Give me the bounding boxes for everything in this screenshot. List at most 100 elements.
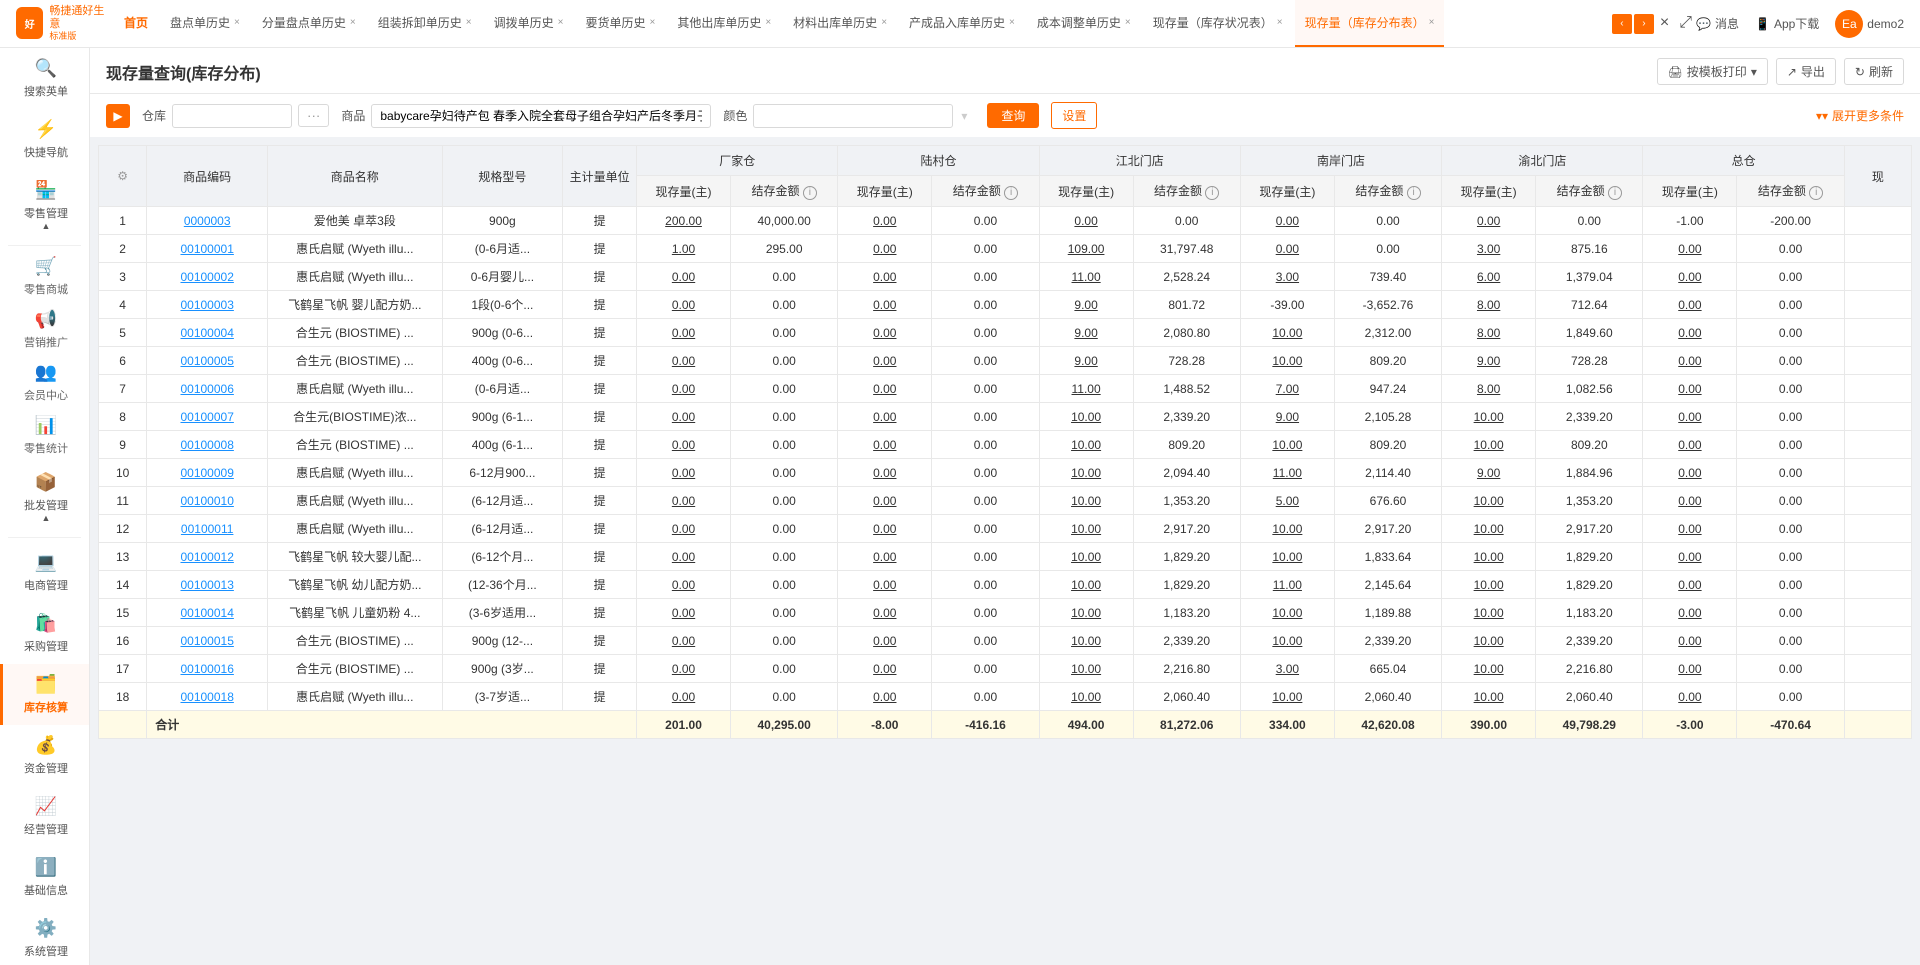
- info-icon[interactable]: i: [803, 186, 817, 200]
- row-na-qty[interactable]: 0.00: [1240, 235, 1334, 263]
- tab-close[interactable]: ×: [1125, 17, 1131, 28]
- tab-组装拆卸单历史[interactable]: 组装拆卸单历史×: [368, 0, 482, 47]
- row-na-qty[interactable]: 11.00: [1240, 571, 1334, 599]
- query-btn[interactable]: 查询: [987, 103, 1039, 128]
- row-tot-qty[interactable]: 0.00: [1643, 487, 1737, 515]
- tab-首页[interactable]: 首页: [114, 0, 158, 47]
- row-jb-qty[interactable]: 0.00: [1039, 207, 1133, 235]
- row-jb-qty[interactable]: 10.00: [1039, 655, 1133, 683]
- row-cj-qty[interactable]: 0.00: [637, 431, 731, 459]
- row-jb-qty[interactable]: 9.00: [1039, 291, 1133, 319]
- tab-close[interactable]: ×: [649, 17, 655, 28]
- row-yb-qty[interactable]: 8.00: [1442, 375, 1536, 403]
- row-yb-qty[interactable]: 9.00: [1442, 347, 1536, 375]
- print-btn[interactable]: 🖨 按模板打印 ▾: [1657, 58, 1768, 85]
- row-tot-qty[interactable]: 0.00: [1643, 459, 1737, 487]
- export-btn[interactable]: ↗ 导出: [1776, 58, 1836, 85]
- row-tot-qty[interactable]: 0.00: [1643, 291, 1737, 319]
- nav-fullscreen[interactable]: ⤢: [1675, 14, 1696, 34]
- sidebar-item-采购管理[interactable]: 🛍️ 采购管理: [0, 603, 89, 664]
- row-cj-qty[interactable]: 0.00: [637, 403, 731, 431]
- app-download-btn[interactable]: 📱 App下载: [1755, 15, 1819, 32]
- row-lc-qty[interactable]: 0.00: [838, 207, 932, 235]
- row-cj-qty[interactable]: 0.00: [637, 487, 731, 515]
- row-jb-qty[interactable]: 10.00: [1039, 627, 1133, 655]
- row-cj-qty[interactable]: 0.00: [637, 655, 731, 683]
- row-yb-qty[interactable]: 10.00: [1442, 683, 1536, 711]
- tab-close[interactable]: ×: [881, 17, 887, 28]
- row-jb-qty[interactable]: 10.00: [1039, 487, 1133, 515]
- row-na-qty[interactable]: 10.00: [1240, 627, 1334, 655]
- row-lc-qty[interactable]: 0.00: [838, 627, 932, 655]
- row-tot-qty[interactable]: 0.00: [1643, 319, 1737, 347]
- row-yb-qty[interactable]: 6.00: [1442, 263, 1536, 291]
- row-cj-qty[interactable]: 1.00: [637, 235, 731, 263]
- tab-分量盘点单历史[interactable]: 分量盘点单历史×: [252, 0, 366, 47]
- row-na-qty[interactable]: 10.00: [1240, 683, 1334, 711]
- row-tot-qty[interactable]: 0.00: [1643, 263, 1737, 291]
- tab-现存量（库存状况表）[interactable]: 现存量（库存状况表）×: [1143, 0, 1293, 47]
- row-jb-qty[interactable]: 109.00: [1039, 235, 1133, 263]
- row-tot-qty[interactable]: 0.00: [1643, 403, 1737, 431]
- sidebar-item-电商管理[interactable]: 💻 电商管理: [0, 542, 89, 603]
- info-icon2[interactable]: i: [1004, 186, 1018, 200]
- row-lc-qty[interactable]: 0.00: [838, 291, 932, 319]
- tab-close[interactable]: ×: [1277, 17, 1283, 28]
- row-yb-qty[interactable]: 10.00: [1442, 487, 1536, 515]
- row-tot-qty[interactable]: 0.00: [1643, 683, 1737, 711]
- row-yb-qty[interactable]: 9.00: [1442, 459, 1536, 487]
- sidebar-item-会员中心[interactable]: 👥 会员中心: [0, 356, 89, 409]
- row-na-qty[interactable]: 7.00: [1240, 375, 1334, 403]
- sidebar-item-搜索英单[interactable]: 🔍 搜索英单: [0, 48, 89, 109]
- row-yb-qty[interactable]: 0.00: [1442, 207, 1536, 235]
- row-cj-qty[interactable]: 0.00: [637, 543, 731, 571]
- row-jb-qty[interactable]: 10.00: [1039, 571, 1133, 599]
- row-jb-qty[interactable]: 9.00: [1039, 347, 1133, 375]
- row-lc-qty[interactable]: 0.00: [838, 459, 932, 487]
- row-na-qty[interactable]: 10.00: [1240, 347, 1334, 375]
- row-yb-qty[interactable]: 10.00: [1442, 403, 1536, 431]
- row-lc-qty[interactable]: 0.00: [838, 263, 932, 291]
- row-cj-qty[interactable]: 0.00: [637, 263, 731, 291]
- info-icon4[interactable]: i: [1407, 186, 1421, 200]
- row-lc-qty[interactable]: 0.00: [838, 683, 932, 711]
- warehouse-picker-btn[interactable]: ···: [298, 104, 329, 127]
- row-jb-qty[interactable]: 10.00: [1039, 459, 1133, 487]
- settings-btn[interactable]: 设置: [1051, 102, 1097, 129]
- sidebar-item-批发管理[interactable]: 📦 批发管理 ▲: [0, 462, 89, 533]
- warehouse-input[interactable]: [172, 104, 292, 128]
- row-cj-qty[interactable]: 0.00: [637, 375, 731, 403]
- row-na-qty[interactable]: 10.00: [1240, 319, 1334, 347]
- tab-close[interactable]: ×: [234, 17, 240, 28]
- row-yb-qty[interactable]: 3.00: [1442, 235, 1536, 263]
- row-tot-qty[interactable]: 0.00: [1643, 543, 1737, 571]
- row-lc-qty[interactable]: 0.00: [838, 599, 932, 627]
- row-na-qty[interactable]: 10.00: [1240, 515, 1334, 543]
- row-cj-qty[interactable]: 0.00: [637, 683, 731, 711]
- expand-more-btn[interactable]: ▾▾ 展开更多条件: [1816, 107, 1904, 124]
- row-cj-qty[interactable]: 0.00: [637, 515, 731, 543]
- message-btn[interactable]: 💬 消息: [1696, 15, 1739, 32]
- row-na-qty[interactable]: 3.00: [1240, 263, 1334, 291]
- row-na-qty[interactable]: -39.00: [1240, 291, 1334, 319]
- row-lc-qty[interactable]: 0.00: [838, 487, 932, 515]
- row-yb-qty[interactable]: 10.00: [1442, 599, 1536, 627]
- row-yb-qty[interactable]: 8.00: [1442, 291, 1536, 319]
- row-jb-qty[interactable]: 10.00: [1039, 403, 1133, 431]
- tab-close[interactable]: ×: [1009, 17, 1015, 28]
- row-na-qty[interactable]: 11.00: [1240, 459, 1334, 487]
- row-tot-qty[interactable]: 0.00: [1643, 375, 1737, 403]
- row-yb-qty[interactable]: 8.00: [1442, 319, 1536, 347]
- tab-盘点单历史[interactable]: 盘点单历史×: [160, 0, 250, 47]
- row-na-qty[interactable]: 9.00: [1240, 403, 1334, 431]
- row-yb-qty[interactable]: 10.00: [1442, 655, 1536, 683]
- row-jb-qty[interactable]: 10.00: [1039, 599, 1133, 627]
- row-tot-qty[interactable]: 0.00: [1643, 627, 1737, 655]
- row-yb-qty[interactable]: 10.00: [1442, 543, 1536, 571]
- color-dropdown-icon[interactable]: ▾: [961, 109, 967, 123]
- row-jb-qty[interactable]: 9.00: [1039, 319, 1133, 347]
- info-icon5[interactable]: i: [1608, 186, 1622, 200]
- tab-close[interactable]: ×: [1429, 17, 1435, 28]
- row-lc-qty[interactable]: 0.00: [838, 571, 932, 599]
- row-lc-qty[interactable]: 0.00: [838, 319, 932, 347]
